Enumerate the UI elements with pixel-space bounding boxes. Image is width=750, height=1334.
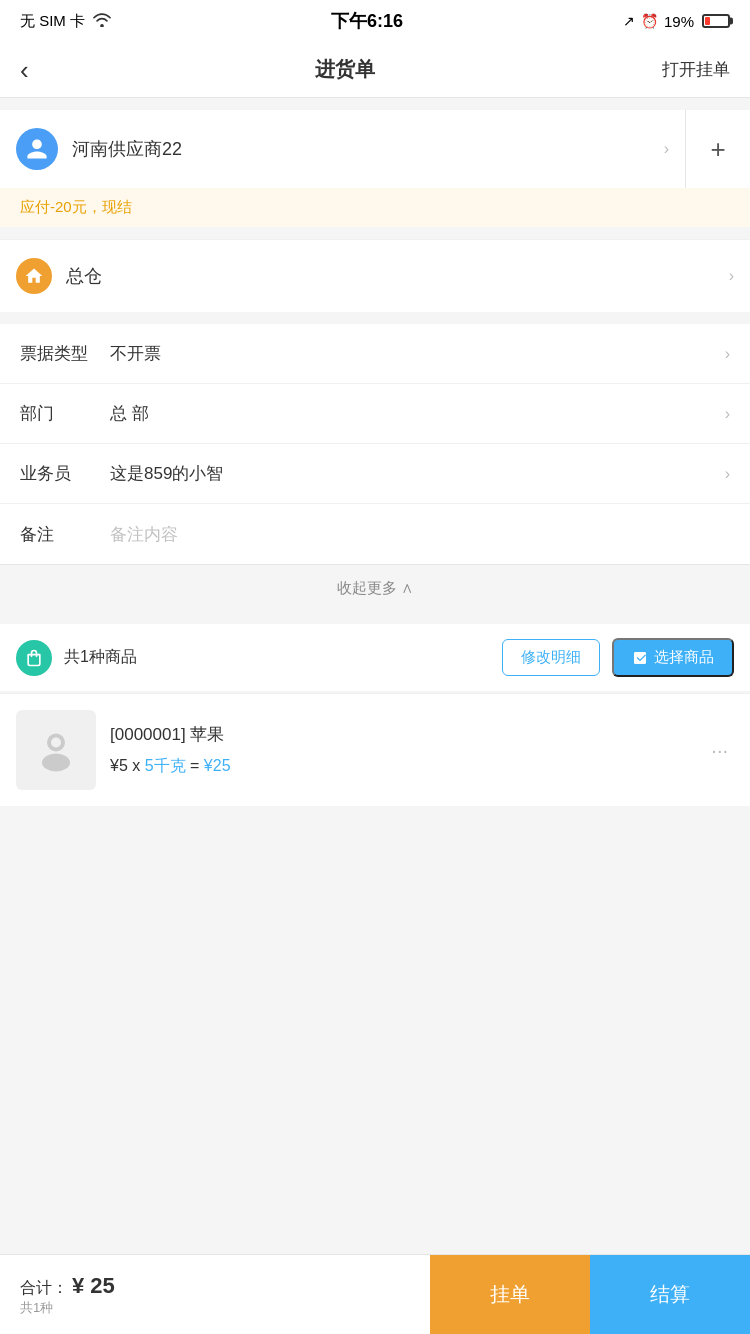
- department-value: 总 部: [110, 402, 717, 425]
- svg-point-2: [51, 738, 61, 748]
- form-section: 票据类型 不开票 › 部门 总 部 › 业务员 这是859的小智 › 备注 备注…: [0, 324, 750, 564]
- checkout-button[interactable]: 结算: [590, 1255, 750, 1334]
- person-icon: [25, 137, 49, 161]
- department-label: 部门: [20, 402, 110, 425]
- invoice-chevron-icon: ›: [725, 345, 730, 363]
- warehouse-icon: [16, 258, 52, 294]
- department-chevron-icon: ›: [725, 405, 730, 423]
- invoice-label: 票据类型: [20, 342, 110, 365]
- total-label: 合计：: [20, 1278, 68, 1299]
- hang-button[interactable]: 挂单: [430, 1255, 590, 1334]
- supplier-name: 河南供应商22: [72, 137, 656, 161]
- select-product-label: 选择商品: [654, 648, 714, 667]
- add-supplier-button[interactable]: +: [686, 110, 750, 188]
- product-unit-price: ¥5: [110, 757, 128, 774]
- warning-bar: 应付-20元，现结: [0, 188, 750, 227]
- home-icon: [24, 266, 44, 286]
- salesperson-label: 业务员: [20, 462, 110, 485]
- remark-input[interactable]: 备注内容: [110, 523, 730, 546]
- status-right: ↗ ⏰ 19%: [623, 13, 730, 30]
- gap-1: [0, 98, 750, 110]
- product-thumbnail: 智+: [16, 710, 96, 790]
- supplier-chevron-icon: ›: [664, 140, 669, 158]
- supplier-avatar: [16, 128, 58, 170]
- nav-bar: ‹ 进货单 打开挂单: [0, 42, 750, 98]
- add-product-icon: [632, 650, 648, 666]
- back-button[interactable]: ‹: [20, 57, 29, 83]
- select-product-button[interactable]: 选择商品: [612, 638, 734, 677]
- product-price: ¥5 x 5千克 = ¥25: [110, 756, 705, 777]
- shopping-bag-icon: [24, 648, 44, 668]
- supplier-section: 河南供应商22 › +: [0, 110, 750, 188]
- product-multiplier: x: [132, 757, 140, 774]
- open-pending-button[interactable]: 打开挂单: [662, 58, 730, 81]
- collapse-bar[interactable]: 收起更多 ∧: [0, 564, 750, 612]
- product-total: ¥25: [204, 757, 231, 774]
- supplier-main[interactable]: 河南供应商22 ›: [0, 110, 686, 188]
- total-sub: 共1种: [20, 1299, 410, 1317]
- product-header: 共1种商品 修改明细 选择商品: [0, 624, 750, 691]
- department-row[interactable]: 部门 总 部 ›: [0, 384, 750, 444]
- wifi-icon: [93, 13, 111, 30]
- salesperson-row[interactable]: 业务员 这是859的小智 ›: [0, 444, 750, 504]
- product-info: [0000001] 苹果 ¥5 x 5千克 = ¥25: [110, 723, 705, 777]
- battery-percent: 19%: [664, 13, 694, 30]
- product-equals: =: [190, 757, 199, 774]
- warehouse-section[interactable]: 总仓 ›: [0, 239, 750, 312]
- product-name: [0000001] 苹果: [110, 723, 705, 746]
- gap-3: [0, 312, 750, 324]
- alarm-icon: ⏰: [641, 13, 658, 29]
- gap-2: [0, 227, 750, 239]
- status-bar: 无 SIM 卡 下午6:16 ↗ ⏰ 19%: [0, 0, 750, 42]
- invoice-value: 不开票: [110, 342, 717, 365]
- salesperson-value: 这是859的小智: [110, 462, 717, 485]
- svg-text:智+: 智+: [50, 759, 61, 766]
- modify-detail-button[interactable]: 修改明细: [502, 639, 600, 676]
- location-icon: ↗: [623, 13, 635, 29]
- product-placeholder-icon: 智+: [31, 725, 81, 775]
- total-section: 合计： ¥ 25 共1种: [0, 1255, 430, 1334]
- product-more-button[interactable]: ···: [705, 739, 734, 762]
- invoice-row[interactable]: 票据类型 不开票 ›: [0, 324, 750, 384]
- product-quantity: 5千克: [145, 757, 186, 774]
- nav-title: 进货单: [315, 56, 375, 83]
- battery-icon: [702, 14, 730, 28]
- product-item: 智+ [0000001] 苹果 ¥5 x 5千克 = ¥25 ···: [0, 693, 750, 806]
- status-time: 下午6:16: [331, 9, 403, 33]
- status-left: 无 SIM 卡: [20, 12, 111, 31]
- remark-label: 备注: [20, 523, 110, 546]
- bottom-bar: 合计： ¥ 25 共1种 挂单 结算: [0, 1254, 750, 1334]
- salesperson-chevron-icon: ›: [725, 465, 730, 483]
- carrier-label: 无 SIM 卡: [20, 12, 85, 31]
- product-count: 共1种商品: [64, 647, 490, 668]
- bottom-spacer: [0, 806, 750, 896]
- gap-4: [0, 612, 750, 624]
- remark-row[interactable]: 备注 备注内容: [0, 504, 750, 564]
- product-icon: [16, 640, 52, 676]
- warehouse-chevron-icon: ›: [729, 267, 734, 285]
- total-amount: ¥ 25: [72, 1273, 115, 1299]
- warehouse-name: 总仓: [66, 264, 721, 288]
